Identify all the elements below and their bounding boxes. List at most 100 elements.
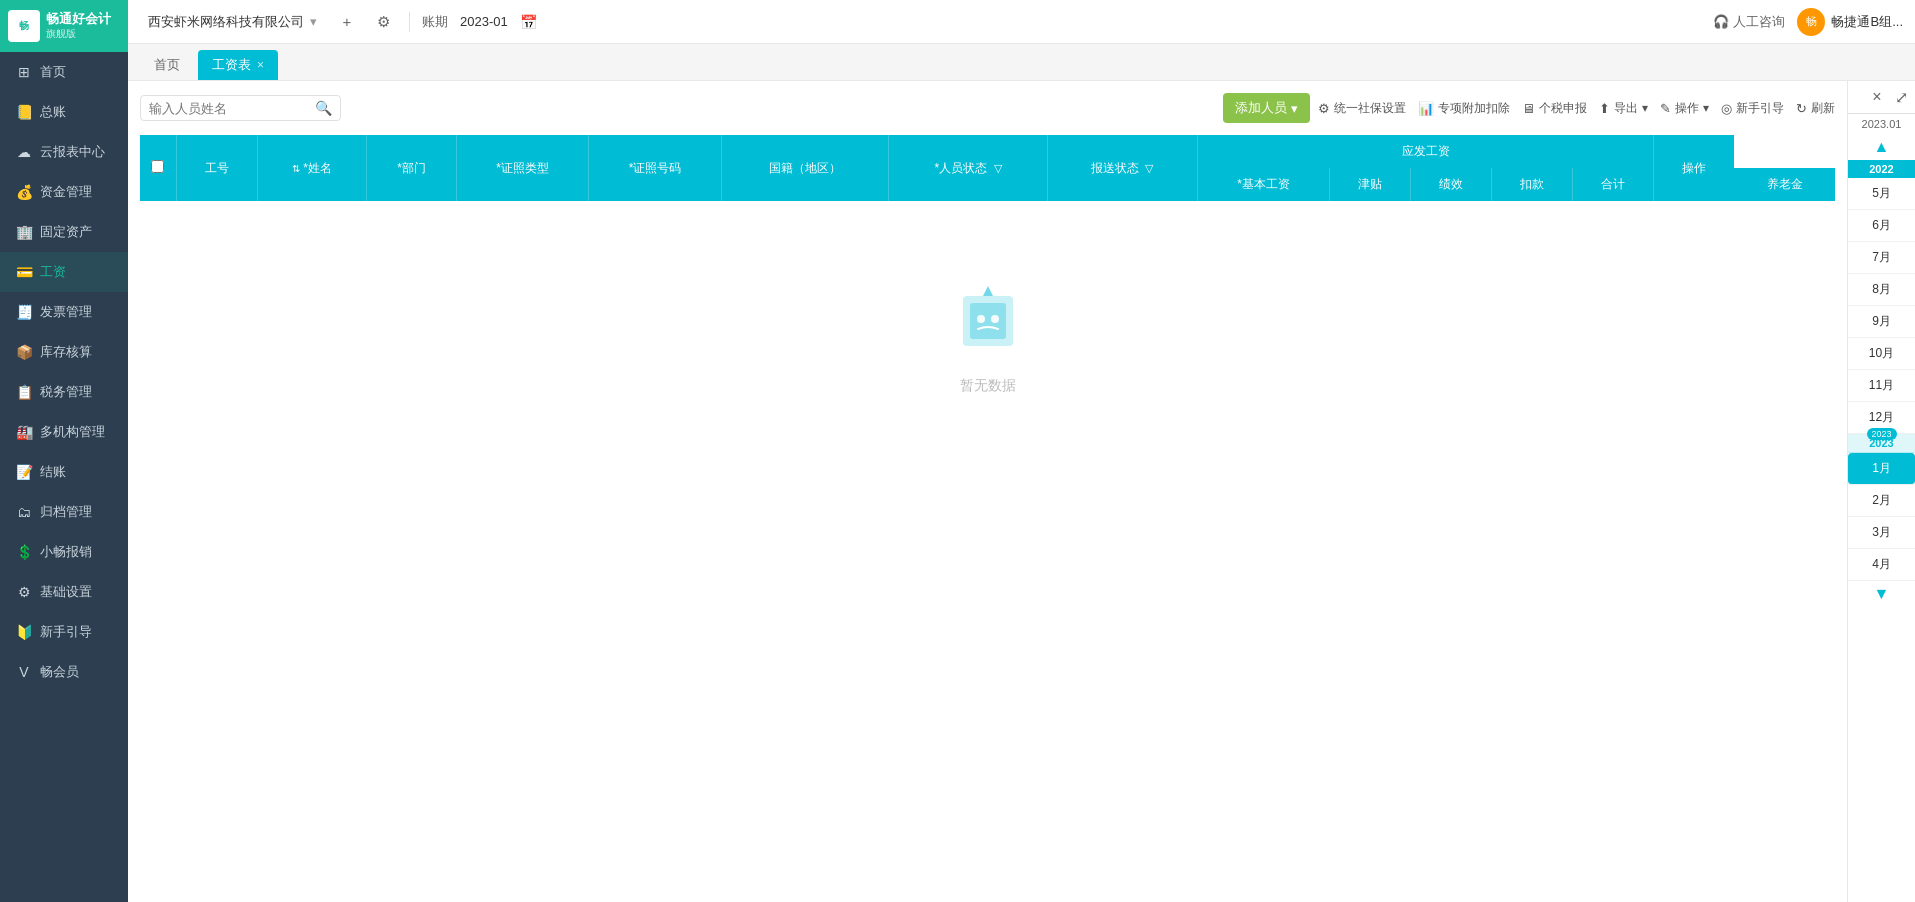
sidebar-icon-settings: ⚙ — [16, 584, 32, 600]
sidebar-label-ledger: 总账 — [40, 103, 66, 121]
year-2022-label: 2022 — [1848, 160, 1915, 178]
sidebar-item-home[interactable]: ⊞首页 — [0, 52, 128, 92]
sidebar-item-inventory[interactable]: 📦库存核算 — [0, 332, 128, 372]
sidebar-item-fund[interactable]: 💰资金管理 — [0, 172, 128, 212]
user-menu[interactable]: 畅 畅捷通B组... — [1797, 8, 1903, 36]
app-logo[interactable]: 畅 畅通好会计 旗舰版 — [0, 0, 128, 52]
sidebar-item-wage[interactable]: 💳工资 — [0, 252, 128, 292]
th-report-status: 报送状态 ▽ — [1047, 135, 1197, 201]
cal-month-2022-07[interactable]: 7月 — [1848, 242, 1915, 274]
sidebar-item-invoice[interactable]: 🧾发票管理 — [0, 292, 128, 332]
calendar-icon[interactable]: 📅 — [520, 14, 537, 30]
sidebar-item-settings[interactable]: ⚙基础设置 — [0, 572, 128, 612]
main-content: 西安虾米网络科技有限公司 ▾ + ⚙ 账期 2023-01 📅 🎧 人工咨询 畅… — [128, 0, 1915, 902]
th-total: 合计 — [1573, 168, 1654, 201]
export-dropdown-icon: ▾ — [1642, 101, 1648, 115]
wage-area: 🔍 添加人员 ▾ ⚙ 统一社保设置 📊 专项附加扣除 — [128, 81, 1847, 902]
sidebar-item-multi-org[interactable]: 🏭多机构管理 — [0, 412, 128, 452]
operations-dropdown-icon: ▾ — [1703, 101, 1709, 115]
sidebar-item-expense[interactable]: 💲 小畅报销 — [0, 532, 128, 572]
th-deduct: 扣款 — [1492, 168, 1573, 201]
cal-month-2022-05[interactable]: 5月 — [1848, 178, 1915, 210]
sidebar-item-close[interactable]: 📝结账 — [0, 452, 128, 492]
th-cert-type: *证照类型 — [456, 135, 589, 201]
sidebar-item-tax[interactable]: 📋税务管理 — [0, 372, 128, 412]
cal-month-2022-06[interactable]: 6月 — [1848, 210, 1915, 242]
sidebar-icon-ledger: 📒 — [16, 104, 32, 120]
th-allowance: 津贴 — [1330, 168, 1411, 201]
th-region: 国籍（地区） — [721, 135, 888, 201]
th-pension: 养老金 — [1734, 168, 1835, 201]
cal-month-2023-03[interactable]: 3月 — [1848, 517, 1915, 549]
add-company-btn[interactable]: + — [333, 8, 361, 36]
headset-icon: 🎧 — [1713, 14, 1729, 29]
sidebar-icon-guide: 🔰 — [16, 624, 32, 640]
operations-label: 操作 — [1675, 100, 1699, 117]
search-input[interactable] — [149, 101, 309, 116]
tab-home[interactable]: 首页 — [140, 50, 194, 80]
sidebar-item-member[interactable]: V畅会员 — [0, 652, 128, 692]
sidebar-label-expense: 小畅报销 — [40, 543, 92, 561]
panel-expand-btn[interactable]: ⤢ — [1889, 85, 1913, 109]
months-2022: 5月6月7月8月9月10月11月12月 — [1848, 178, 1915, 434]
sidebar-label-invoice: 发票管理 — [40, 303, 92, 321]
report-status-filter-icon[interactable]: ▽ — [1145, 162, 1153, 174]
company-name: 西安虾米网络科技有限公司 — [148, 13, 304, 31]
sidebar-label-archive: 归档管理 — [40, 503, 92, 521]
refresh-icon: ↻ — [1796, 101, 1807, 116]
special-deduct-action[interactable]: 📊 专项附加扣除 — [1418, 100, 1510, 117]
sidebar-label-close: 结账 — [40, 463, 66, 481]
panel-close-btn[interactable]: × — [1865, 85, 1889, 109]
tab-wage-label: 工资表 — [212, 56, 251, 74]
refresh-action[interactable]: ↻ 刷新 — [1796, 100, 1835, 117]
cal-month-2022-09[interactable]: 9月 — [1848, 306, 1915, 338]
tax-declare-label: 个税申报 — [1539, 100, 1587, 117]
sidebar-icon-multi-org: 🏭 — [16, 424, 32, 440]
sidebar-item-guide[interactable]: 🔰新手引导 — [0, 612, 128, 652]
search-icon[interactable]: 🔍 — [315, 100, 332, 116]
content-area: 🔍 添加人员 ▾ ⚙ 统一社保设置 📊 专项附加扣除 — [128, 81, 1915, 902]
add-person-btn[interactable]: 添加人员 ▾ — [1223, 93, 1310, 123]
operations-action[interactable]: ✎ 操作 ▾ — [1660, 100, 1709, 117]
settings-btn[interactable]: ⚙ — [369, 8, 397, 36]
cal-nav-down[interactable]: ▼ — [1848, 581, 1915, 607]
company-selector[interactable]: 西安虾米网络科技有限公司 ▾ — [140, 9, 325, 35]
special-deduct-label: 专项附加扣除 — [1438, 100, 1510, 117]
cal-month-2022-08[interactable]: 8月 — [1848, 274, 1915, 306]
empty-state: 暂无数据 — [140, 201, 1835, 475]
refresh-label: 刷新 — [1811, 100, 1835, 117]
sidebar-item-fixed-assets[interactable]: 🏢固定资产 — [0, 212, 128, 252]
cal-month-2023-01[interactable]: 1月 — [1848, 453, 1915, 485]
cal-month-2022-10[interactable]: 10月 — [1848, 338, 1915, 370]
tab-close-icon[interactable]: × — [257, 58, 264, 72]
th-dept: *部门 — [367, 135, 456, 201]
logo-icon: 畅 — [8, 10, 40, 42]
cal-nav-up[interactable]: ▲ — [1848, 134, 1915, 160]
svg-point-2 — [977, 315, 985, 323]
guide-action[interactable]: ◎ 新手引导 — [1721, 100, 1784, 117]
service-btn[interactable]: 🎧 人工咨询 — [1713, 13, 1785, 31]
wage-table: 工号 ⇅ *姓名 *部门 *证照类型 *证照号码 国籍（地区） *人员状态 ▽ — [140, 135, 1835, 201]
sidebar-icon-expense: 💲 — [16, 544, 32, 560]
period-value: 2023-01 — [460, 14, 508, 29]
period-label: 账期 — [422, 13, 448, 31]
export-action[interactable]: ⬆ 导出 ▾ — [1599, 100, 1648, 117]
tax-declare-action[interactable]: 🖥 个税申报 — [1522, 100, 1587, 117]
calendar-panel: × ⤢ 2023.01 ▲ 2022 5月6月7月8月9月10月11月12月 2… — [1847, 81, 1915, 902]
months-2023: 1月2月3月4月 — [1848, 453, 1915, 581]
sidebar-icon-tax: 📋 — [16, 384, 32, 400]
cal-month-2023-04[interactable]: 4月 — [1848, 549, 1915, 581]
search-wrap: 🔍 — [140, 95, 341, 121]
cal-month-2022-11[interactable]: 11月 — [1848, 370, 1915, 402]
social-security-action[interactable]: ⚙ 统一社保设置 — [1318, 100, 1406, 117]
select-all-checkbox[interactable] — [151, 160, 164, 173]
sidebar-item-ledger[interactable]: 📒 总账 — [0, 92, 128, 132]
person-status-filter-icon[interactable]: ▽ — [994, 162, 1002, 174]
cal-month-2023-02[interactable]: 2月 — [1848, 485, 1915, 517]
th-no: 工号 — [176, 135, 257, 201]
th-cert-no: *证照号码 — [589, 135, 722, 201]
tab-wage-table[interactable]: 工资表 × — [198, 50, 278, 80]
sidebar-item-cloud-report[interactable]: ☁云报表中心 — [0, 132, 128, 172]
sidebar: 畅 畅通好会计 旗舰版 ⊞首页 📒 总账 ☁云报表中心💰资金管理🏢固定资产💳工资🧾发票… — [0, 0, 128, 902]
sidebar-item-archive[interactable]: 🗂归档管理 — [0, 492, 128, 532]
